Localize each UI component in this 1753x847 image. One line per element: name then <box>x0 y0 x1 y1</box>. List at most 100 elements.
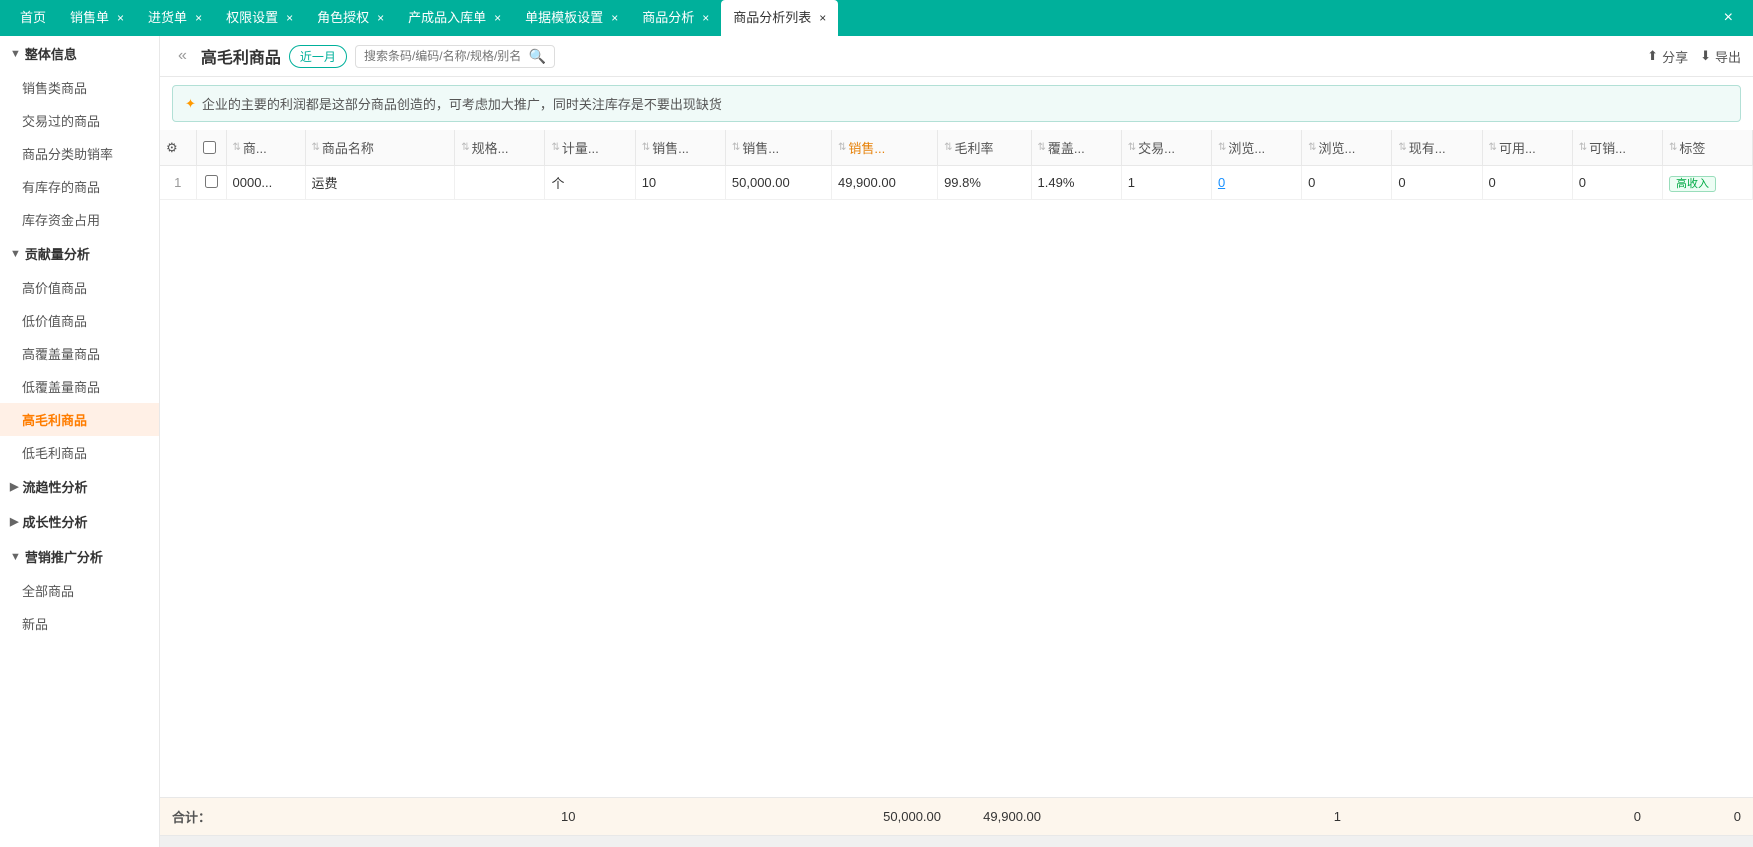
sidebar-section-growth[interactable]: ▶ 成长性分析 <box>0 504 159 539</box>
th-browse2[interactable]: ⇅ 浏览... <box>1302 130 1392 166</box>
sidebar-section-marketing[interactable]: ▼ 营销推广分析 <box>0 539 159 574</box>
nav-permission-close[interactable]: × <box>286 0 293 36</box>
sidebar-section-overall[interactable]: ▼ 整体信息 <box>0 36 159 71</box>
section-contribution-arrow: ▼ <box>10 248 21 260</box>
th-name[interactable]: ⇅ 商品名称 <box>305 130 455 166</box>
sidebar-item-high-margin[interactable]: 高毛利商品 <box>0 403 159 436</box>
row-checkbox[interactable] <box>196 166 226 200</box>
sidebar-item-sales-goods[interactable]: 销售类商品 <box>0 71 159 104</box>
th-spec[interactable]: ⇅ 规格... <box>455 130 545 166</box>
row-sale-amount: 50,000.00 <box>725 166 831 200</box>
th-browse1[interactable]: ⇅ 浏览... <box>1211 130 1301 166</box>
nav-product-in-close[interactable]: × <box>494 0 501 36</box>
search-input[interactable] <box>364 49 525 63</box>
th-sale-qty[interactable]: ⇅ 销售... <box>635 130 725 166</box>
sidebar-item-stock-capital[interactable]: 库存资金占用 <box>0 203 159 236</box>
table-header-row: ⚙ ⇅ 商... ⇅ <box>160 130 1753 166</box>
sidebar-section-contribution[interactable]: ▼ 贡献量分析 <box>0 236 159 271</box>
th-unit[interactable]: ⇅ 计量... <box>545 130 635 166</box>
nav-product-analysis-close[interactable]: × <box>702 0 709 36</box>
th-sale-profit[interactable]: ⇅ 销售... <box>831 130 937 166</box>
data-table-container[interactable]: ⚙ ⇅ 商... ⇅ <box>160 130 1753 797</box>
row-coverage: 1.49% <box>1031 166 1121 200</box>
share-icon: ⬆ <box>1647 48 1658 64</box>
nav-product-in[interactable]: 产成品入库单 × <box>396 0 513 36</box>
footer-bar: 合计： 10 50,000.00 49,900.00 1 0 0 <box>160 797 1753 835</box>
row-spec <box>455 166 545 200</box>
sidebar-collapse-btn[interactable]: « <box>172 45 193 67</box>
sidebar-item-new-goods[interactable]: 新品 <box>0 607 159 640</box>
footer-sale-profit: 49,900.00 <box>961 809 1041 824</box>
nav-purchase-close[interactable]: × <box>195 0 202 36</box>
row-gross-margin: 99.8% <box>938 166 1031 200</box>
export-btn[interactable]: ⬇ 导出 <box>1700 47 1741 66</box>
row-saleable: 0 <box>1572 166 1662 200</box>
nav-product-analysis[interactable]: 商品分析 × <box>630 0 721 36</box>
nav-product-analysis-list[interactable]: 商品分析列表 × <box>721 0 838 36</box>
th-coverage[interactable]: ⇅ 覆盖... <box>1031 130 1121 166</box>
row-select-checkbox[interactable] <box>205 175 218 188</box>
search-box: 🔍 <box>355 45 555 68</box>
window-close-btn[interactable]: × <box>1712 9 1745 27</box>
th-stock[interactable]: ⇅ 现有... <box>1392 130 1482 166</box>
row-unit: 个 <box>545 166 635 200</box>
horizontal-scrollbar[interactable] <box>160 835 1753 847</box>
th-transaction[interactable]: ⇅ 交易... <box>1121 130 1211 166</box>
th-gross-margin[interactable]: ⇅ 毛利率 <box>938 130 1031 166</box>
nav-purchase[interactable]: 进货单 × <box>136 0 214 36</box>
sidebar: ▼ 整体信息 销售类商品 交易过的商品 商品分类助销率 有库存的商品 库存资金占… <box>0 36 160 847</box>
sidebar-item-low-margin[interactable]: 低毛利商品 <box>0 436 159 469</box>
sidebar-item-category-rate[interactable]: 商品分类助销率 <box>0 137 159 170</box>
sidebar-item-high-value[interactable]: 高价值商品 <box>0 271 159 304</box>
row-browse1[interactable]: 0 <box>1211 166 1301 200</box>
nav-home[interactable]: 首页 <box>8 0 58 36</box>
row-sale-qty: 10 <box>635 166 725 200</box>
th-available[interactable]: ⇅ 可用... <box>1482 130 1572 166</box>
section-growth-arrow: ▶ <box>10 515 18 528</box>
select-all-checkbox[interactable] <box>203 141 216 154</box>
row-tag: 高收入 <box>1662 166 1752 200</box>
th-saleable[interactable]: ⇅ 可销... <box>1572 130 1662 166</box>
export-icon: ⬇ <box>1700 48 1711 64</box>
th-sale-amount[interactable]: ⇅ 销售... <box>725 130 831 166</box>
sidebar-item-all-goods[interactable]: 全部商品 <box>0 574 159 607</box>
nav-product-analysis-list-close[interactable]: × <box>819 0 826 36</box>
footer-stock: 0 <box>1561 809 1641 824</box>
nav-role-close[interactable]: × <box>377 0 384 36</box>
footer-sale-qty: 10 <box>561 809 841 824</box>
nav-permission[interactable]: 权限设置 × <box>214 0 305 36</box>
nav-role[interactable]: 角色授权 × <box>305 0 396 36</box>
section-overall-arrow: ▼ <box>10 48 21 60</box>
th-settings[interactable]: ⚙ <box>160 130 196 166</box>
sidebar-item-in-stock-goods[interactable]: 有库存的商品 <box>0 170 159 203</box>
row-available: 0 <box>1482 166 1572 200</box>
share-btn[interactable]: ⬆ 分享 <box>1647 47 1688 66</box>
content-header: « 高毛利商品 近一月 🔍 ⬆ 分享 ⬇ 导出 <box>160 36 1753 77</box>
header-right-actions: ⬆ 分享 ⬇ 导出 <box>1647 47 1741 66</box>
sidebar-item-low-value[interactable]: 低价值商品 <box>0 304 159 337</box>
th-code[interactable]: ⇅ 商... <box>226 130 305 166</box>
row-browse2: 0 <box>1302 166 1392 200</box>
row-code: 0000... <box>226 166 305 200</box>
nav-template-close[interactable]: × <box>611 0 618 36</box>
main-layout: ▼ 整体信息 销售类商品 交易过的商品 商品分类助销率 有库存的商品 库存资金占… <box>0 36 1753 847</box>
footer-label: 合计： <box>172 807 211 826</box>
data-table: ⚙ ⇅ 商... ⇅ <box>160 130 1753 200</box>
search-icon[interactable]: 🔍 <box>529 48 546 65</box>
sidebar-section-trend[interactable]: ▶ 流趋性分析 <box>0 469 159 504</box>
section-marketing-arrow: ▼ <box>10 551 21 563</box>
info-banner: ✦ 企业的主要的利润都是这部分商品创造的，可考虑加大推广，同时关注库存是不要出现… <box>172 85 1741 122</box>
nav-sales[interactable]: 销售单 × <box>58 0 136 36</box>
sidebar-item-high-coverage[interactable]: 高覆盖量商品 <box>0 337 159 370</box>
nav-template[interactable]: 单据模板设置 × <box>513 0 630 36</box>
row-name: 运费 <box>305 166 455 200</box>
th-checkbox[interactable] <box>196 130 226 166</box>
sidebar-item-low-coverage[interactable]: 低覆盖量商品 <box>0 370 159 403</box>
sidebar-item-traded-goods[interactable]: 交易过的商品 <box>0 104 159 137</box>
row-stock: 0 <box>1392 166 1482 200</box>
table-row: 1 0000... 运费 <box>160 166 1753 200</box>
nav-sales-close[interactable]: × <box>117 0 124 36</box>
filter-recent-month-btn[interactable]: 近一月 <box>289 45 347 68</box>
th-tag[interactable]: ⇅ 标签 <box>1662 130 1752 166</box>
row-sale-profit: 49,900.00 <box>831 166 937 200</box>
